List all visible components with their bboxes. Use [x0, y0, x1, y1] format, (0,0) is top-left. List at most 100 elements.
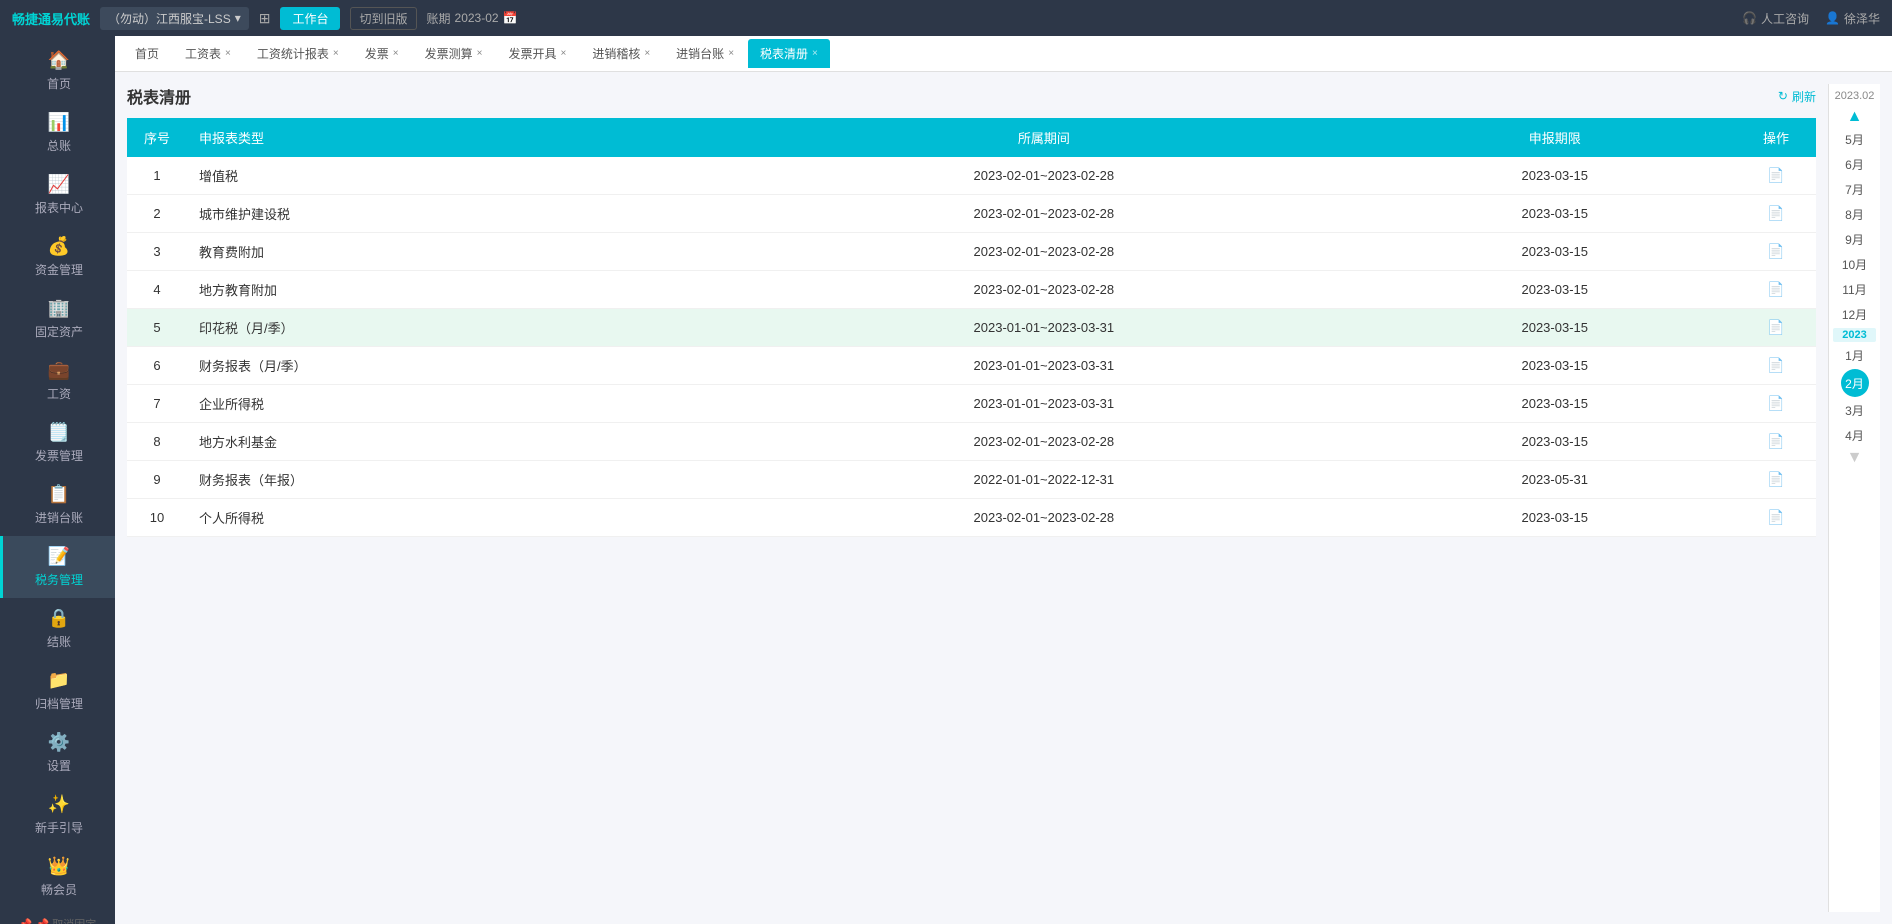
sidebar-item-report[interactable]: 📈 报表中心 [0, 164, 115, 226]
cell-action: 📄 [1736, 385, 1816, 423]
ai-consult-btn[interactable]: 🎧 人工咨询 [1742, 10, 1809, 27]
cell-action: 📄 [1736, 461, 1816, 499]
col-deadline: 申报期限 [1373, 118, 1736, 157]
content-area: 首页 工资表 × 工资统计报表 × 发票 × 发票测算 × 发票开具 × [115, 36, 1892, 924]
header-right-actions: 🎧 人工咨询 👤 徐泽华 [1742, 10, 1880, 27]
sidebar-item-salary[interactable]: 💼 工资 [0, 350, 115, 412]
sidebar: 🏠 首页 📊 总账 📈 报表中心 💰 资金管理 🏢 固定资产 💼 工资 🗒️ 发… [0, 36, 115, 924]
company-icon-btn[interactable]: ⊞ [259, 10, 271, 27]
sidebar-item-reconcile[interactable]: 📋 进销台账 [0, 474, 115, 536]
action-doc-icon[interactable]: 📄 [1767, 395, 1784, 411]
user-menu[interactable]: 👤 徐泽华 [1825, 10, 1880, 27]
tab-home[interactable]: 首页 [123, 39, 171, 68]
sidebar-item-closing[interactable]: 🔒 结账 [0, 598, 115, 660]
action-doc-icon[interactable]: 📄 [1767, 281, 1784, 297]
tab-close-icon[interactable]: × [728, 48, 734, 59]
tab-label: 发票 [365, 45, 389, 62]
tab-close-icon[interactable]: × [812, 48, 818, 59]
cell-type: 个人所得税 [187, 499, 714, 537]
timeline-month-2-current[interactable]: 2月 [1841, 369, 1869, 397]
sidebar-item-home[interactable]: 🏠 首页 [0, 40, 115, 102]
dropdown-icon: ▾ [235, 11, 241, 25]
page-content: 税表清册 ↻ 刷新 序号 申报表类型 所属期间 申报期限 操作 [115, 72, 1892, 924]
username: 徐泽华 [1844, 10, 1880, 27]
tab-invoice-open[interactable]: 发票开具 × [496, 39, 578, 68]
action-doc-icon[interactable]: 📄 [1767, 471, 1784, 487]
table-row: 1 增值税 2023-02-01~2023-02-28 2023-03-15 📄 [127, 157, 1816, 195]
timeline-month-10[interactable]: 10月 [1833, 253, 1876, 276]
tab-tax-clear[interactable]: 税表清册 × [748, 39, 830, 68]
closing-icon: 🔒 [48, 608, 70, 629]
timeline-month-12[interactable]: 12月 [1833, 303, 1876, 326]
tab-close-icon[interactable]: × [644, 48, 650, 59]
sidebar-item-archive[interactable]: 📁 归档管理 [0, 660, 115, 722]
timeline-month-7[interactable]: 7月 [1833, 178, 1876, 201]
action-doc-icon[interactable]: 📄 [1767, 357, 1784, 373]
sidebar-item-fund[interactable]: 💰 资金管理 [0, 226, 115, 288]
tab-salary-table[interactable]: 工资表 × [173, 39, 243, 68]
timeline-month-8[interactable]: 8月 [1833, 203, 1876, 226]
period-value: 2023-02 [455, 11, 499, 25]
cell-deadline: 2023-03-15 [1373, 271, 1736, 309]
timeline-panel: 2023.02 ▲ 5月 6月 7月 8月 9月 10月 11月 12月 202… [1828, 84, 1880, 912]
timeline-down-nav[interactable]: ▼ [1847, 449, 1863, 467]
tab-label: 发票开具 [508, 45, 556, 62]
cell-action: 📄 [1736, 195, 1816, 233]
tab-close-icon[interactable]: × [225, 48, 231, 59]
action-doc-icon[interactable]: 📄 [1767, 433, 1784, 449]
timeline-month-11[interactable]: 11月 [1833, 278, 1876, 301]
tab-invoice-check[interactable]: 发票测算 × [413, 39, 495, 68]
pin-icon: 📌 [19, 919, 33, 924]
cell-period: 2023-02-01~2023-02-28 [714, 233, 1373, 271]
sidebar-item-label: 结账 [47, 633, 71, 650]
sidebar-item-member[interactable]: 👑 畅会员 [0, 846, 115, 908]
sidebar-item-label: 归档管理 [35, 695, 83, 712]
sidebar-item-label: 资金管理 [35, 261, 83, 278]
sidebar-item-label: 设置 [47, 757, 71, 774]
tab-close-icon[interactable]: × [393, 48, 399, 59]
action-doc-icon[interactable]: 📄 [1767, 319, 1784, 335]
cell-period: 2023-02-01~2023-02-28 [714, 195, 1373, 233]
cell-deadline: 2023-05-31 [1373, 461, 1736, 499]
timeline-month-6[interactable]: 6月 [1833, 153, 1876, 176]
action-doc-icon[interactable]: 📄 [1767, 167, 1784, 183]
workbench-button[interactable]: 工作台 [280, 7, 340, 30]
refresh-icon: ↻ [1778, 89, 1788, 103]
sidebar-item-label: 报表中心 [35, 199, 83, 216]
salary-icon: 💼 [48, 360, 70, 381]
action-doc-icon[interactable]: 📄 [1767, 243, 1784, 259]
action-doc-icon[interactable]: 📄 [1767, 509, 1784, 525]
timeline-month-9[interactable]: 9月 [1833, 228, 1876, 251]
tab-salary-stat[interactable]: 工资统计报表 × [245, 39, 351, 68]
sidebar-item-invoice[interactable]: 🗒️ 发票管理 [0, 412, 115, 474]
company-selector[interactable]: （勿动）江西服宝-LSS ▾ [100, 7, 249, 30]
tab-purchase-check[interactable]: 进销稽核 × [580, 39, 662, 68]
action-doc-icon[interactable]: 📄 [1767, 205, 1784, 221]
sidebar-item-guide[interactable]: ✨ 新手引导 [0, 784, 115, 846]
sidebar-item-tax[interactable]: 📝 税务管理 [0, 536, 115, 598]
refresh-button[interactable]: ↻ 刷新 [1778, 88, 1816, 105]
tab-close-icon[interactable]: × [333, 48, 339, 59]
timeline-month-5[interactable]: 5月 [1833, 128, 1876, 151]
tab-purchase-ledger[interactable]: 进销台账 × [664, 39, 746, 68]
switch-old-button[interactable]: 切到旧版 [350, 7, 416, 30]
calendar-icon[interactable]: 📅 [503, 11, 518, 25]
cell-type: 教育费附加 [187, 233, 714, 271]
cell-action: 📄 [1736, 309, 1816, 347]
unpin-btn[interactable]: 📌 📌 取消固定 [0, 908, 115, 924]
tax-table: 序号 申报表类型 所属期间 申报期限 操作 1 增值税 2023-02-01~2… [127, 118, 1816, 537]
tab-close-icon[interactable]: × [477, 48, 483, 59]
tab-close-icon[interactable]: × [560, 48, 566, 59]
sidebar-item-assets[interactable]: 🏢 固定资产 [0, 288, 115, 350]
avatar-icon: 👤 [1825, 11, 1840, 25]
sidebar-item-ledger[interactable]: 📊 总账 [0, 102, 115, 164]
timeline-month-1[interactable]: 1月 [1833, 344, 1876, 367]
timeline-up-nav[interactable]: ▲ [1847, 108, 1863, 126]
tab-invoice[interactable]: 发票 × [353, 39, 411, 68]
timeline-month-4[interactable]: 4月 [1833, 424, 1876, 447]
sidebar-item-settings[interactable]: ⚙️ 设置 [0, 722, 115, 784]
col-no: 序号 [127, 118, 187, 157]
cell-period: 2023-01-01~2023-03-31 [714, 347, 1373, 385]
tab-label: 发票测算 [425, 45, 473, 62]
timeline-month-3[interactable]: 3月 [1833, 399, 1876, 422]
